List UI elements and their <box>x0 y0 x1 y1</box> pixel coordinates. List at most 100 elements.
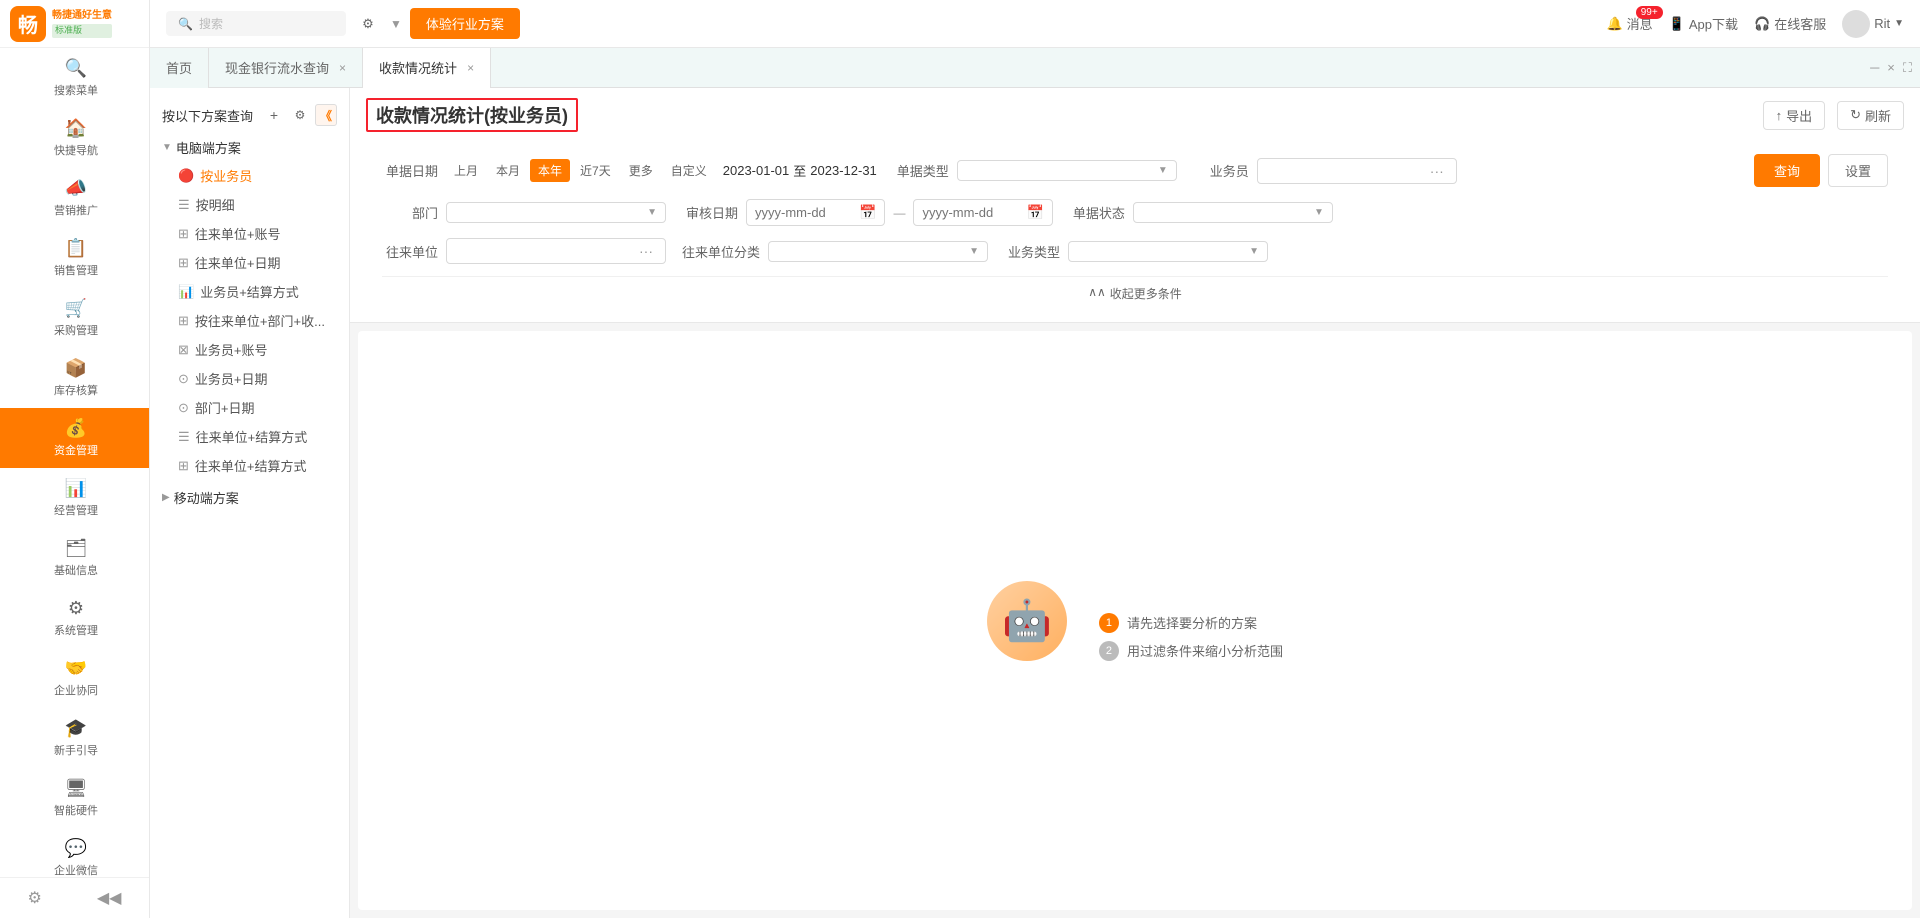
header-gear-button[interactable]: ⚙ <box>354 10 382 38</box>
salesperson-dots[interactable]: ··· <box>1426 163 1448 179</box>
doc-status-select[interactable]: ▼ <box>1133 202 1333 223</box>
sidebar-item-capital[interactable]: 💰 资金管理 <box>0 408 149 468</box>
filter-area: 单据日期 上月 本月 本年 近7天 更多 自定义 <box>366 142 1904 322</box>
partner-category-select[interactable]: ▼ <box>768 241 988 262</box>
system-icon: ⚙ <box>68 598 84 619</box>
scheme-group-mobile-header[interactable]: ▶ 移动端方案 <box>150 484 349 511</box>
scheme-item-partner-settlement1-label: 往来单位+结算方式 <box>196 427 308 446</box>
refresh-button[interactable]: ↻ 刷新 <box>1837 101 1904 130</box>
notification-area[interactable]: 🔔 消息 99+ <box>1606 14 1652 33</box>
user-area[interactable]: Rit ▼ <box>1842 10 1904 38</box>
scheme-item-dept-date[interactable]: ⊙ 部门+日期 <box>150 393 349 422</box>
review-date-to-input[interactable]: 📅 <box>913 199 1052 226</box>
sidebar-item-guide[interactable]: 🎓 新手引导 <box>0 708 149 768</box>
scheme-settings-button[interactable]: ⚙ <box>289 104 311 126</box>
date-tab-more[interactable]: 更多 <box>621 159 661 182</box>
sidebar-item-operations[interactable]: 📊 经营管理 <box>0 468 149 528</box>
scheme-item-by-salesperson[interactable]: 🔴 按业务员 <box>150 161 349 190</box>
sidebar-item-purchase[interactable]: 🛒 采购管理 <box>0 288 149 348</box>
salesperson-select[interactable]: ··· <box>1257 158 1457 184</box>
query-button[interactable]: 查询 <box>1754 154 1820 187</box>
review-date-from-input[interactable]: 📅 <box>746 199 885 226</box>
dept-filter-group: 部门 ▼ <box>382 202 666 223</box>
partner-settlement2-icon: ⊞ <box>178 458 189 474</box>
pc-group-label: 电脑端方案 <box>176 138 241 157</box>
sidebar-item-marketing[interactable]: 📣 营销推广 <box>0 168 149 228</box>
scheme-item-salesperson-date[interactable]: ⊙ 业务员+日期 <box>150 364 349 393</box>
filter-settings-button[interactable]: 设置 <box>1828 154 1888 187</box>
add-scheme-button[interactable]: + <box>263 104 285 126</box>
scheme-item-salesperson-account[interactable]: ⊠ 业务员+账号 <box>150 335 349 364</box>
scheme-item-partner-account[interactable]: ⊞ 往来单位+账号 <box>150 219 349 248</box>
trial-button[interactable]: 体验行业方案 <box>410 8 520 39</box>
review-date-filter-group: 审核日期 📅 — 📅 <box>682 199 1053 226</box>
header-chevron-icon[interactable]: ▼ <box>390 17 402 31</box>
sidebar: 畅 畅捷通好生意 标准版 🔍 搜索菜单 🏠 快捷导航 📣 营销推广 📋 销售管理 <box>0 0 150 918</box>
scheme-item-partner-dept[interactable]: ⊞ 按往来单位+部门+收... <box>150 306 349 335</box>
dept-select[interactable]: ▼ <box>446 202 666 223</box>
tab-bank-flow[interactable]: 现金银行流水查询 × <box>209 48 363 88</box>
online-service-area[interactable]: 🎧 在线客服 <box>1754 14 1826 33</box>
scheme-item-salesperson-settlement-label: 业务员+结算方式 <box>200 282 299 301</box>
gear-icon: ⚙ <box>362 16 374 32</box>
window-minimize-icon[interactable]: ─ <box>1870 60 1879 75</box>
date-tab-last-month[interactable]: 上月 <box>446 159 486 182</box>
date-tab-this-month[interactable]: 本月 <box>488 159 528 182</box>
tab-bank-flow-close[interactable]: × <box>339 61 346 75</box>
date-tab-7days[interactable]: 近7天 <box>572 159 619 182</box>
sidebar-item-sales[interactable]: 📋 销售管理 <box>0 228 149 288</box>
footer-settings-icon[interactable]: ⚙ <box>28 888 42 908</box>
tab-home[interactable]: 首页 <box>150 48 209 88</box>
scheme-item-salesperson-settlement[interactable]: 📊 业务员+结算方式 <box>150 277 349 306</box>
salesperson-date-icon: ⊙ <box>178 371 189 387</box>
date-from-value: 2023-01-01 <box>723 163 790 178</box>
window-close-icon[interactable]: × <box>1887 60 1895 75</box>
partner-dots[interactable]: ··· <box>635 243 657 259</box>
app-download-area[interactable]: 📱 App下载 <box>1669 14 1738 33</box>
calendar-from-icon[interactable]: 📅 <box>859 204 876 221</box>
calendar-to-icon[interactable]: 📅 <box>1026 204 1043 221</box>
window-maximize-icon[interactable]: ⛶ <box>1903 60 1912 76</box>
sidebar-item-basic[interactable]: 🗂 基础信息 <box>0 528 149 588</box>
window-controls: ─ × ⛶ <box>1870 60 1920 76</box>
review-date-separator: — <box>893 206 905 220</box>
review-date-from-field[interactable] <box>755 205 855 220</box>
footer-collapse-icon[interactable]: ◀◀ <box>97 888 122 908</box>
tabs-bar: 首页 现金银行流水查询 × 收款情况统计 × ─ × ⛶ <box>150 48 1920 88</box>
tab-collection-stats[interactable]: 收款情况统计 × <box>363 48 491 88</box>
header-search-area[interactable]: 🔍 搜索 <box>166 11 346 36</box>
sidebar-item-quicknav[interactable]: 🏠 快捷导航 <box>0 108 149 168</box>
main-content: 🔍 搜索 ⚙ ▼ 体验行业方案 🔔 消息 99+ 📱 App下载 <box>150 0 1920 918</box>
sidebar-item-wechat[interactable]: 💬 企业微信 <box>0 828 149 877</box>
sidebar-item-cooperation[interactable]: 🤝 企业协同 <box>0 648 149 708</box>
partner-label: 往来单位 <box>382 242 438 261</box>
scheme-item-partner-date[interactable]: ⊞ 往来单位+日期 <box>150 248 349 277</box>
sidebar-item-search[interactable]: 🔍 搜索菜单 <box>0 48 149 108</box>
avatar <box>1842 10 1870 38</box>
tab-collection-stats-close[interactable]: × <box>467 61 474 75</box>
scheme-item-partner-settlement2[interactable]: ⊞ 往来单位+结算方式 <box>150 451 349 480</box>
sidebar-item-inventory[interactable]: 📦 库存核算 <box>0 348 149 408</box>
partner-date-icon: ⊞ <box>178 255 189 271</box>
doc-type-select[interactable]: ▼ <box>957 160 1177 181</box>
filter-row-3: 往来单位 ··· 往来单位分类 ▼ <box>382 238 1888 264</box>
collapse-more-conditions[interactable]: ∧∧ 收起更多条件 <box>382 276 1888 310</box>
scheme-item-by-detail[interactable]: ☰ 按明细 <box>150 190 349 219</box>
date-tab-custom[interactable]: 自定义 <box>663 159 715 182</box>
page-body: 按以下方案查询 + ⚙ 《 ▼ 电脑端方案 🔴 <box>150 88 1920 918</box>
business-type-select[interactable]: ▼ <box>1068 241 1268 262</box>
partner-select[interactable]: ··· <box>446 238 666 264</box>
sidebar-item-hardware[interactable]: 🖥 智能硬件 <box>0 768 149 828</box>
scheme-group-pc-header[interactable]: ▼ 电脑端方案 <box>150 134 349 161</box>
collapse-panel-button[interactable]: 《 <box>315 104 337 126</box>
search-icon: 🔍 <box>65 58 87 79</box>
filter-row-2: 部门 ▼ 审核日期 📅 <box>382 199 1888 226</box>
date-tab-this-year[interactable]: 本年 <box>530 159 570 182</box>
top-header: 🔍 搜索 ⚙ ▼ 体验行业方案 🔔 消息 99+ 📱 App下载 <box>150 0 1920 48</box>
online-service-label: 在线客服 <box>1774 14 1826 33</box>
sidebar-footer: ⚙ ◀◀ <box>0 877 149 918</box>
sidebar-item-system[interactable]: ⚙ 系统管理 <box>0 588 149 648</box>
scheme-item-partner-settlement1[interactable]: ☰ 往来单位+结算方式 <box>150 422 349 451</box>
review-date-to-field[interactable] <box>922 205 1022 220</box>
export-button[interactable]: ↑ 导出 <box>1763 101 1826 130</box>
